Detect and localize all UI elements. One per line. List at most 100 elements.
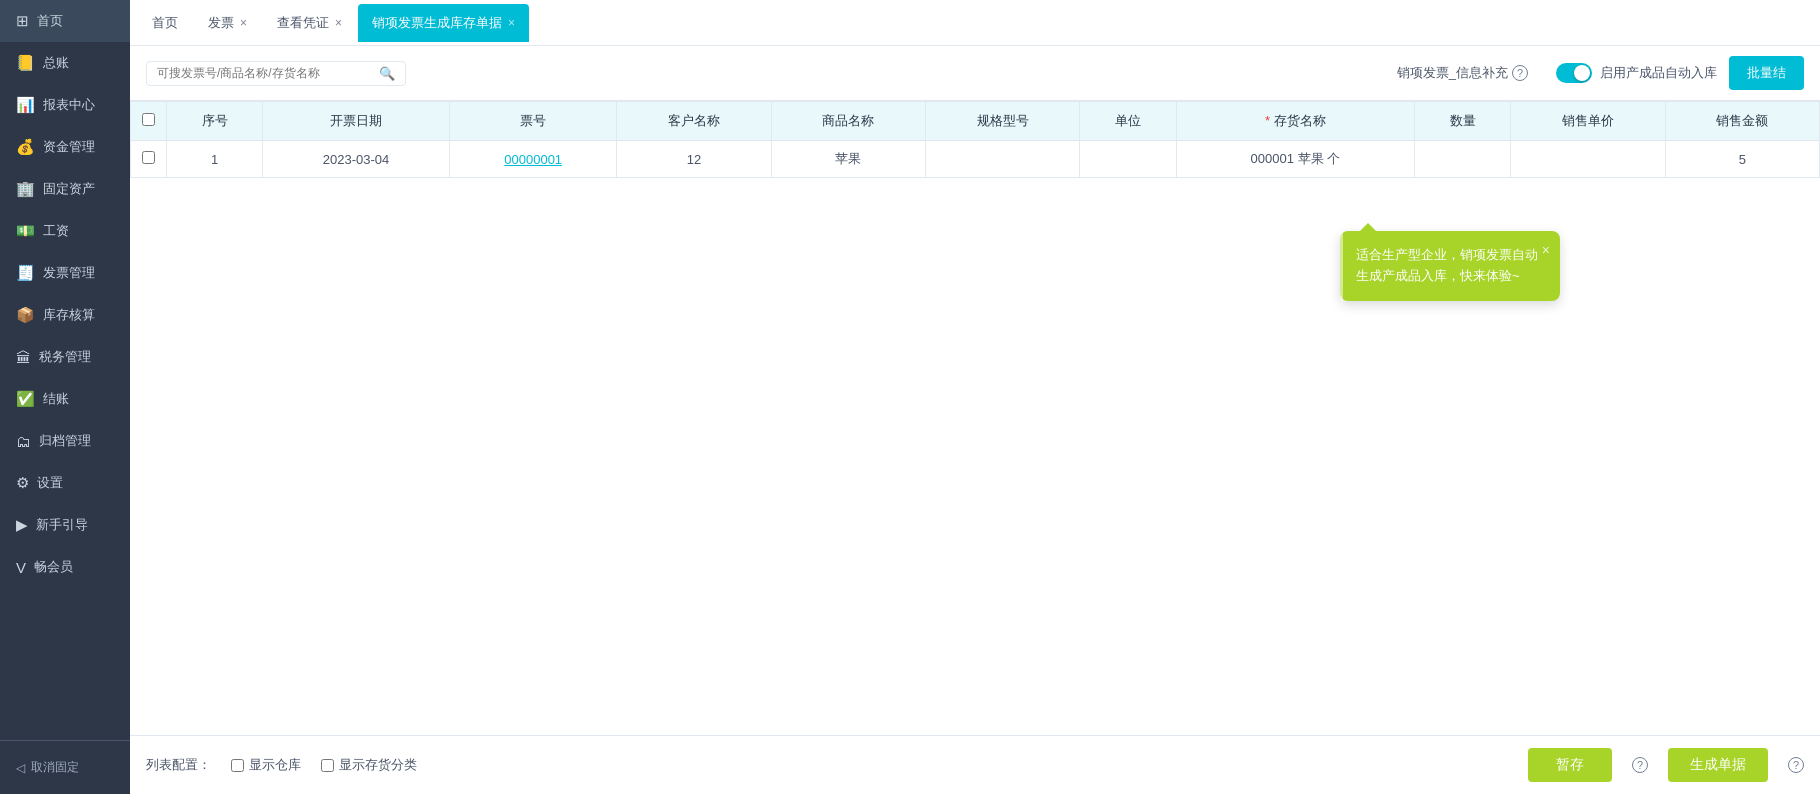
info-help-icon[interactable]: ? (1512, 65, 1528, 81)
unpin-label: 取消固定 (31, 759, 79, 776)
save-button[interactable]: 暂存 (1528, 748, 1612, 782)
toolbar: 🔍 销项发票_信息补充 ? 启用产成品自动入库 批量结 (130, 46, 1820, 101)
sidebar-label-general-ledger: 总账 (43, 54, 69, 72)
sidebar-bottom: ◁ 取消固定 (0, 740, 130, 794)
sidebar-label-report-center: 报表中心 (43, 96, 95, 114)
sidebar-item-report-center[interactable]: 📊 报表中心 (0, 84, 130, 126)
save-help-icon[interactable]: ? (1632, 757, 1648, 773)
col-header-open-date: 开票日期 (263, 102, 450, 141)
sidebar-item-settings[interactable]: ⚙ 设置 (0, 462, 130, 504)
sidebar-label-settings: 设置 (37, 474, 63, 492)
tab-view-voucher[interactable]: 查看凭证 × (263, 4, 356, 42)
col-header-unit-price: 销售单价 (1511, 102, 1665, 141)
sidebar-label-archive-mgmt: 归档管理 (39, 432, 91, 450)
row-checkbox-cell[interactable] (131, 141, 167, 178)
auto-storage-toggle[interactable] (1556, 63, 1592, 83)
toggle-area: 启用产成品自动入库 (1556, 63, 1717, 83)
tab-close-view-voucher[interactable]: × (335, 16, 342, 30)
sidebar-label-member: 畅会员 (34, 558, 73, 576)
col-header-unit: 单位 (1080, 102, 1176, 141)
cell-seq-0: 1 (167, 141, 263, 178)
sidebar-item-fund-mgmt[interactable]: 💰 资金管理 (0, 126, 130, 168)
sidebar-item-new-guide[interactable]: ▶ 新手引导 (0, 504, 130, 546)
cell-unit-price-0 (1511, 141, 1665, 178)
member-icon: V (16, 559, 26, 576)
pin-icon: ◁ (16, 761, 25, 775)
content-area: 🔍 销项发票_信息补充 ? 启用产成品自动入库 批量结 序号开票日期票号客户名称… (130, 46, 1820, 794)
table-container: 序号开票日期票号客户名称商品名称规格型号单位存货名称数量销售单价销售金额 120… (130, 101, 1820, 735)
col-header-spec: 规格型号 (926, 102, 1080, 141)
sidebar-item-archive-mgmt[interactable]: 🗂 归档管理 (0, 420, 130, 462)
sidebar-item-general-ledger[interactable]: 📒 总账 (0, 42, 130, 84)
info-label: 销项发票_信息补充 ? (1397, 64, 1528, 82)
tab-home[interactable]: 首页 (138, 4, 192, 42)
invoice-mgmt-icon: 🧾 (16, 264, 35, 282)
show-inventory-category-checkbox[interactable] (321, 759, 334, 772)
sidebar-label-fund-mgmt: 资金管理 (43, 138, 95, 156)
sidebar-label-home: 首页 (37, 12, 63, 30)
sidebar-item-tax-mgmt[interactable]: 🏛 税务管理 (0, 336, 130, 378)
tooltip-text: 适合生产型企业，销项发票自动生成产成品入库，快来体验~ (1356, 247, 1538, 283)
show-warehouse-label: 显示仓库 (249, 756, 301, 774)
col-header-customer: 客户名称 (617, 102, 771, 141)
cell-customer-0: 12 (617, 141, 771, 178)
generate-button[interactable]: 生成单据 (1668, 748, 1768, 782)
tab-close-sales-invoice-storage[interactable]: × (508, 16, 515, 30)
sidebar-label-new-guide: 新手引导 (36, 516, 88, 534)
bottom-bar: 列表配置： 显示仓库 显示存货分类 暂存 ? 生成单据 ? (130, 735, 1820, 794)
tab-label-view-voucher: 查看凭证 (277, 14, 329, 32)
tab-close-invoice[interactable]: × (240, 16, 247, 30)
tooltip-close-button[interactable]: × (1542, 239, 1550, 261)
list-config-label: 列表配置： (146, 756, 211, 774)
sidebar-label-tax-mgmt: 税务管理 (39, 348, 91, 366)
sidebar-label-fixed-assets: 固定资产 (43, 180, 95, 198)
search-box[interactable]: 🔍 (146, 61, 406, 86)
search-icon: 🔍 (379, 66, 395, 81)
cell-open-date-0: 2023-03-04 (263, 141, 450, 178)
row-checkbox-0[interactable] (142, 151, 155, 164)
sidebar-item-home[interactable]: ⊞ 首页 (0, 0, 130, 42)
sidebar-label-settlement: 结账 (43, 390, 69, 408)
sidebar-label-invoice-mgmt: 发票管理 (43, 264, 95, 282)
sidebar: ⊞ 首页📒 总账📊 报表中心💰 资金管理🏢 固定资产💵 工资🧾 发票管理📦 库存… (0, 0, 130, 794)
col-header-seq: 序号 (167, 102, 263, 141)
cell-unit-0 (1080, 141, 1176, 178)
show-warehouse-option[interactable]: 显示仓库 (231, 756, 301, 774)
toggle-label: 启用产成品自动入库 (1600, 64, 1717, 82)
report-center-icon: 📊 (16, 96, 35, 114)
cell-spec-0 (926, 141, 1080, 178)
batch-button[interactable]: 批量结 (1729, 56, 1804, 90)
salary-icon: 💵 (16, 222, 35, 240)
select-all-checkbox[interactable] (142, 113, 155, 126)
sidebar-item-fixed-assets[interactable]: 🏢 固定资产 (0, 168, 130, 210)
tab-label-invoice: 发票 (208, 14, 234, 32)
sidebar-item-settlement[interactable]: ✅ 结账 (0, 378, 130, 420)
cell-ticket-no-0[interactable]: 00000001 (449, 141, 616, 178)
tooltip-bar (1340, 231, 1343, 301)
search-input[interactable] (157, 66, 373, 80)
col-header-sales-amount: 销售金额 (1665, 102, 1819, 141)
general-ledger-icon: 📒 (16, 54, 35, 72)
show-inventory-category-option[interactable]: 显示存货分类 (321, 756, 417, 774)
archive-mgmt-icon: 🗂 (16, 433, 31, 450)
settlement-icon: ✅ (16, 390, 35, 408)
home-icon: ⊞ (16, 12, 29, 30)
sidebar-item-member[interactable]: V 畅会员 (0, 546, 130, 588)
sidebar-item-inventory[interactable]: 📦 库存核算 (0, 294, 130, 336)
tab-sales-invoice-storage[interactable]: 销项发票生成库存单据× (358, 4, 529, 42)
settings-icon: ⚙ (16, 474, 29, 492)
show-warehouse-checkbox[interactable] (231, 759, 244, 772)
tab-bar: 首页发票×查看凭证×销项发票生成库存单据× (130, 0, 1820, 46)
unpin-sidebar-button[interactable]: ◁ 取消固定 (0, 749, 130, 786)
generate-help-icon[interactable]: ? (1788, 757, 1804, 773)
sidebar-label-salary: 工资 (43, 222, 69, 240)
main-table: 序号开票日期票号客户名称商品名称规格型号单位存货名称数量销售单价销售金额 120… (130, 101, 1820, 178)
tab-invoice[interactable]: 发票 × (194, 4, 261, 42)
sidebar-item-invoice-mgmt[interactable]: 🧾 发票管理 (0, 252, 130, 294)
fixed-assets-icon: 🏢 (16, 180, 35, 198)
show-inventory-category-label: 显示存货分类 (339, 756, 417, 774)
sidebar-item-salary[interactable]: 💵 工资 (0, 210, 130, 252)
sidebar-label-inventory: 库存核算 (43, 306, 95, 324)
col-header-quantity: 数量 (1415, 102, 1511, 141)
tax-mgmt-icon: 🏛 (16, 349, 31, 366)
